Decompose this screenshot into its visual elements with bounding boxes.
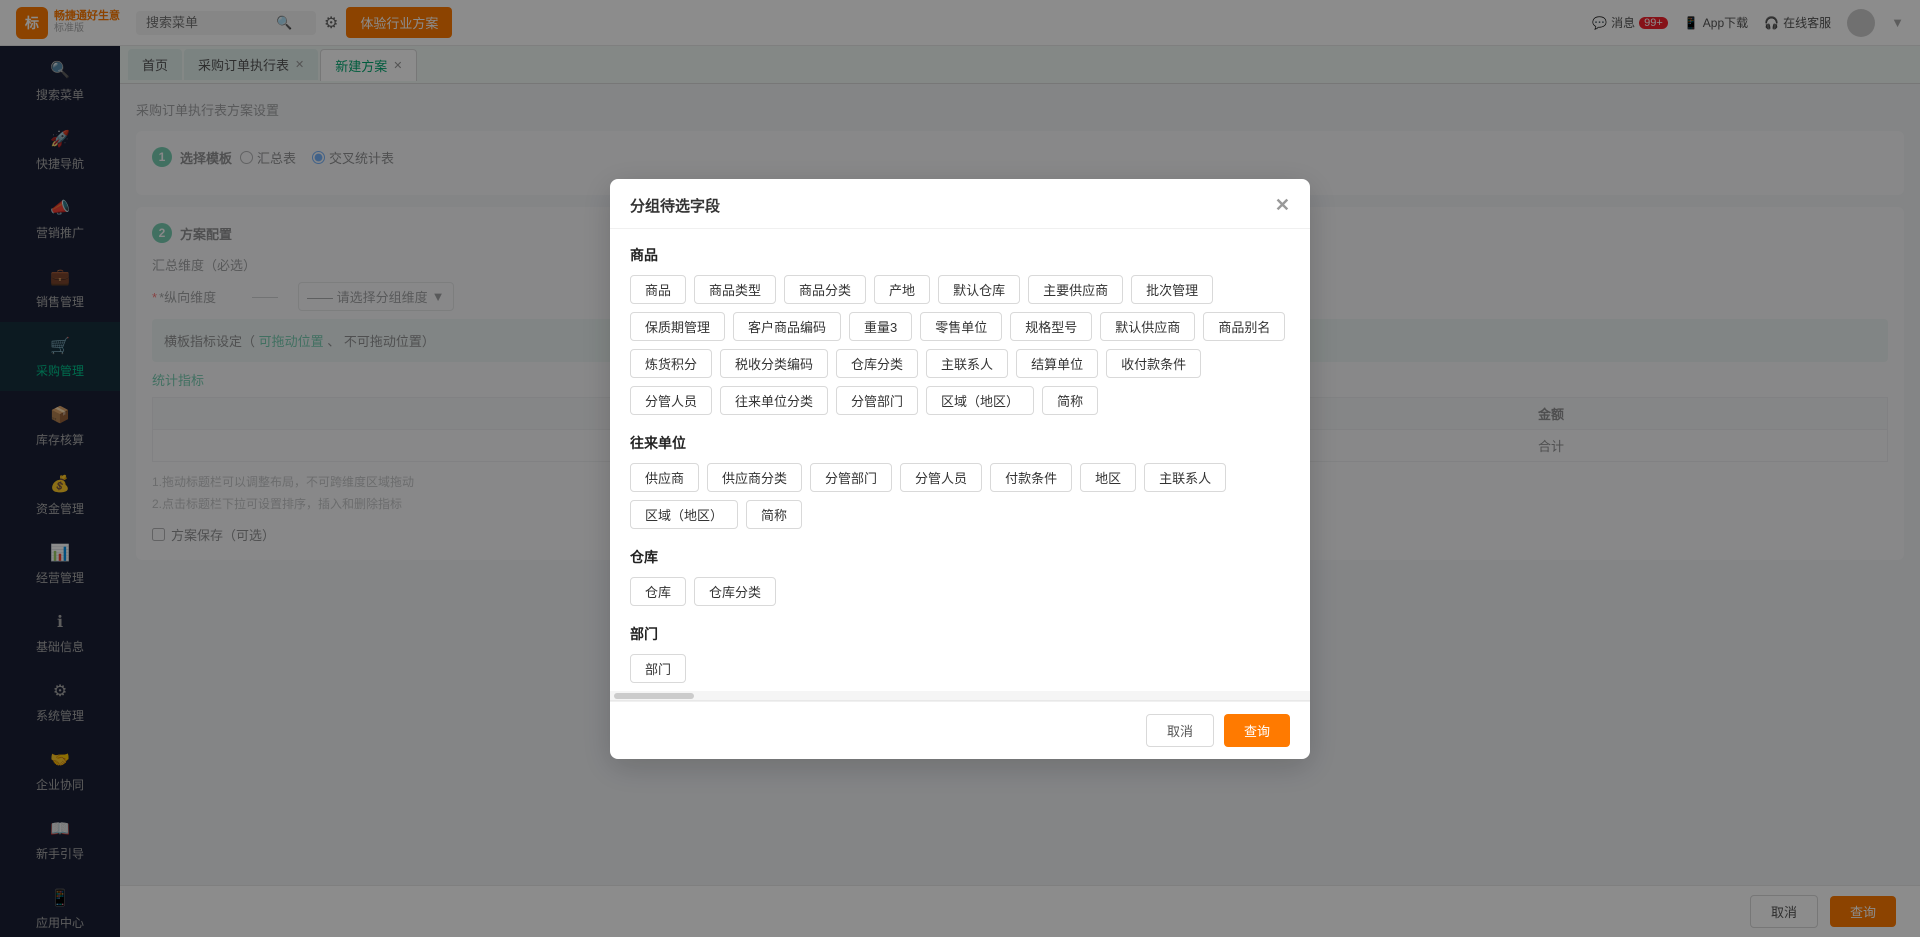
field-tag-0-18[interactable]: 结算单位 [1016, 349, 1098, 378]
field-tag-2-0[interactable]: 仓库 [630, 577, 686, 606]
field-tag-0-10[interactable]: 零售单位 [920, 312, 1002, 341]
field-tags-0: 商品商品类型商品分类产地默认仓库主要供应商批次管理保质期管理客户商品编码重量3 零… [630, 275, 1290, 415]
field-tag-0-19[interactable]: 收付款条件 [1106, 349, 1201, 378]
field-tag-1-0[interactable]: 供应商 [630, 463, 699, 492]
field-tag-0-22[interactable]: 分管部门 [836, 386, 918, 415]
field-group-title-1: 往来单位 [630, 433, 1290, 453]
field-tag-0-5[interactable]: 主要供应商 [1028, 275, 1123, 304]
modal-cancel-button[interactable]: 取消 [1146, 714, 1214, 747]
field-tag-1-5[interactable]: 地区 [1080, 463, 1136, 492]
field-tag-0-3[interactable]: 产地 [874, 275, 930, 304]
modal-confirm-button[interactable]: 查询 [1224, 714, 1290, 747]
field-group-3: 部门部门 [630, 624, 1290, 683]
modal-header: 分组待选字段 ✕ [610, 179, 1310, 229]
field-tag-1-2[interactable]: 分管部门 [810, 463, 892, 492]
field-tag-0-11[interactable]: 规格型号 [1010, 312, 1092, 341]
field-group-1: 往来单位供应商供应商分类分管部门分管人员付款条件地区主联系人区域（地区） 简称 [630, 433, 1290, 529]
field-tag-0-15[interactable]: 税收分类编码 [720, 349, 828, 378]
field-tag-0-6[interactable]: 批次管理 [1131, 275, 1213, 304]
modal-body[interactable]: 商品商品商品类型商品分类产地默认仓库主要供应商批次管理保质期管理客户商品编码重量… [610, 229, 1310, 691]
field-group-0: 商品商品商品类型商品分类产地默认仓库主要供应商批次管理保质期管理客户商品编码重量… [630, 245, 1290, 415]
field-tag-2-1[interactable]: 仓库分类 [694, 577, 776, 606]
field-tag-1-4[interactable]: 付款条件 [990, 463, 1072, 492]
field-tag-0-23[interactable]: 区域（地区） [926, 386, 1034, 415]
field-tag-0-4[interactable]: 默认仓库 [938, 275, 1020, 304]
field-tag-0-2[interactable]: 商品分类 [784, 275, 866, 304]
field-tags-2: 仓库仓库分类 [630, 577, 1290, 606]
field-tag-0-0[interactable]: 商品 [630, 275, 686, 304]
field-tag-0-9[interactable]: 重量3 [849, 312, 912, 341]
field-tag-0-12[interactable]: 默认供应商 [1100, 312, 1195, 341]
field-tag-1-8[interactable]: 简称 [746, 500, 802, 529]
field-tags-1: 供应商供应商分类分管部门分管人员付款条件地区主联系人区域（地区） 简称 [630, 463, 1290, 529]
field-tag-1-6[interactable]: 主联系人 [1144, 463, 1226, 492]
field-tag-0-1[interactable]: 商品类型 [694, 275, 776, 304]
field-tag-1-1[interactable]: 供应商分类 [707, 463, 802, 492]
modal-horizontal-scrollbar[interactable] [610, 691, 1310, 701]
field-tag-0-8[interactable]: 客户商品编码 [733, 312, 841, 341]
field-tag-0-7[interactable]: 保质期管理 [630, 312, 725, 341]
field-group-title-3: 部门 [630, 624, 1290, 644]
modal-overlay: 分组待选字段 ✕ 商品商品商品类型商品分类产地默认仓库主要供应商批次管理保质期管… [0, 0, 1920, 937]
field-tags-3: 部门 [630, 654, 1290, 683]
field-group-2: 仓库仓库仓库分类 [630, 547, 1290, 606]
modal-footer: 取消 查询 [610, 701, 1310, 759]
field-tag-3-0[interactable]: 部门 [630, 654, 686, 683]
field-tag-0-16[interactable]: 仓库分类 [836, 349, 918, 378]
modal-close-button[interactable]: ✕ [1275, 195, 1290, 216]
field-group-title-0: 商品 [630, 245, 1290, 265]
field-select-modal: 分组待选字段 ✕ 商品商品商品类型商品分类产地默认仓库主要供应商批次管理保质期管… [610, 179, 1310, 759]
field-tag-0-24[interactable]: 简称 [1042, 386, 1098, 415]
field-tag-1-3[interactable]: 分管人员 [900, 463, 982, 492]
field-group-title-2: 仓库 [630, 547, 1290, 567]
field-tag-0-13[interactable]: 商品别名 [1203, 312, 1285, 341]
field-tag-1-7[interactable]: 区域（地区） [630, 500, 738, 529]
field-tag-0-21[interactable]: 往来单位分类 [720, 386, 828, 415]
field-tag-0-17[interactable]: 主联系人 [926, 349, 1008, 378]
modal-title: 分组待选字段 [630, 195, 720, 216]
field-tag-0-20[interactable]: 分管人员 [630, 386, 712, 415]
field-tag-0-14[interactable]: 炼货积分 [630, 349, 712, 378]
